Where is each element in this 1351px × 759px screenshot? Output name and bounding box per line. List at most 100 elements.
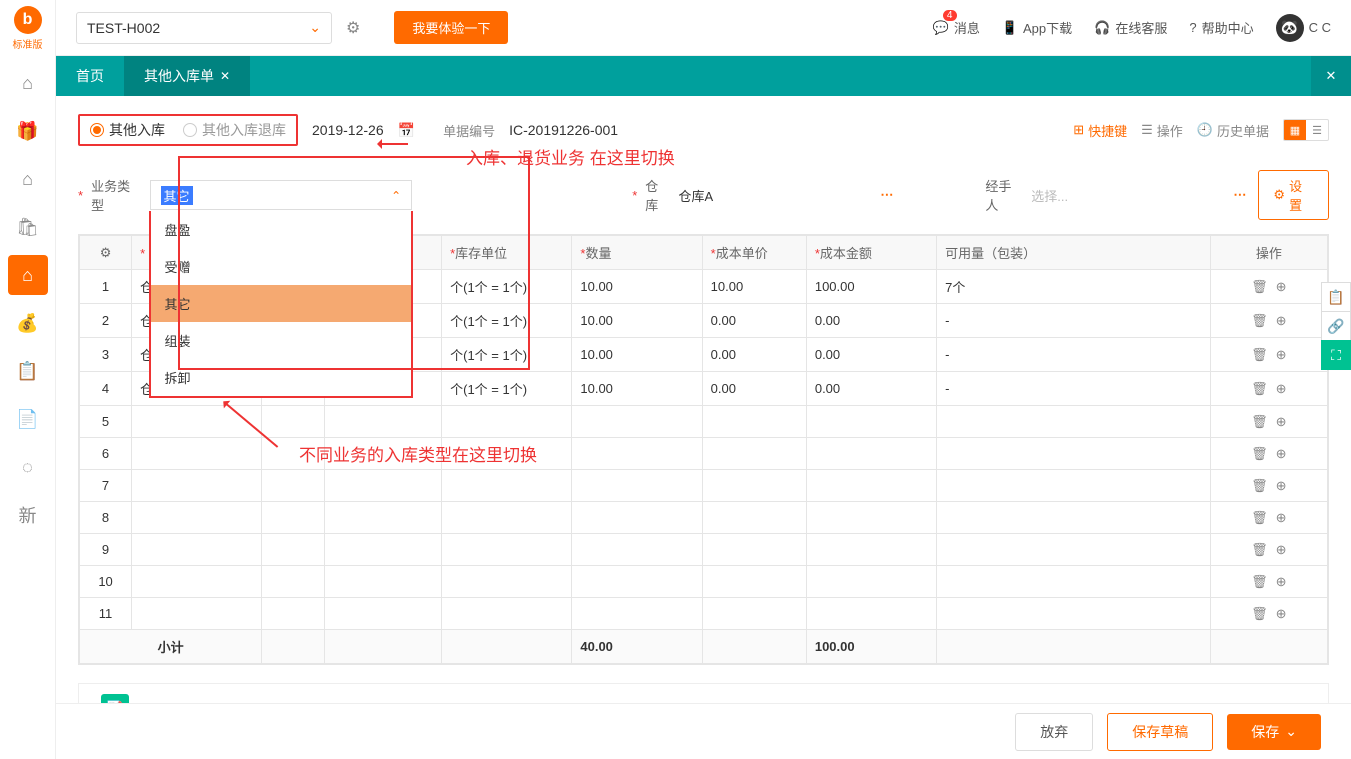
- cell-qty[interactable]: [572, 598, 702, 630]
- cell-unit[interactable]: [442, 598, 572, 630]
- dock-note-button[interactable]: 📋: [1321, 282, 1351, 312]
- cell-qty[interactable]: 10.00: [572, 338, 702, 372]
- delete-row-icon[interactable]: 🗑: [1251, 606, 1268, 622]
- delete-row-icon[interactable]: 🗑: [1251, 478, 1268, 494]
- cell-price[interactable]: [702, 438, 806, 470]
- copy-row-icon[interactable]: ⊕: [1276, 414, 1287, 430]
- dropdown-option[interactable]: 盘盈: [151, 211, 412, 248]
- nav-house[interactable]: ⌂: [8, 159, 48, 199]
- nav-warehouse[interactable]: ⌂: [8, 255, 48, 295]
- cell-qty[interactable]: 10.00: [572, 304, 702, 338]
- dropdown-option[interactable]: 组装: [151, 322, 412, 359]
- cell-price[interactable]: [702, 502, 806, 534]
- nav-new[interactable]: 新: [8, 495, 48, 535]
- col-settings[interactable]: ⚙: [80, 236, 132, 270]
- table-row[interactable]: 7 🗑⊕: [80, 470, 1328, 502]
- cell-price[interactable]: [702, 598, 806, 630]
- copy-row-icon[interactable]: ⊕: [1276, 381, 1287, 397]
- save-button[interactable]: 保存⌄: [1227, 714, 1321, 750]
- cell-warehouse[interactable]: [132, 566, 262, 598]
- cell-qty[interactable]: [572, 566, 702, 598]
- delete-row-icon[interactable]: 🗑: [1251, 542, 1268, 558]
- cell-price[interactable]: 0.00: [702, 304, 806, 338]
- copy-row-icon[interactable]: ⊕: [1276, 510, 1287, 526]
- dropdown-option[interactable]: 受赠: [151, 248, 412, 285]
- settings-icon[interactable]: ⚙: [346, 18, 360, 38]
- cell-qty[interactable]: [572, 438, 702, 470]
- cell-qty[interactable]: 10.00: [572, 372, 702, 406]
- cell-unit[interactable]: [442, 406, 572, 438]
- dropdown-option[interactable]: 拆卸: [151, 359, 412, 396]
- delete-row-icon[interactable]: 🗑: [1251, 414, 1268, 430]
- more-icon[interactable]: ⋯: [880, 187, 895, 203]
- calendar-icon[interactable]: 📅: [398, 122, 415, 139]
- cell-qty[interactable]: [572, 406, 702, 438]
- cell-price[interactable]: 0.00: [702, 338, 806, 372]
- cell-warehouse[interactable]: [132, 438, 262, 470]
- cell-warehouse[interactable]: [132, 598, 262, 630]
- more-icon[interactable]: ⋯: [1233, 187, 1248, 203]
- table-row[interactable]: 11 🗑⊕: [80, 598, 1328, 630]
- copy-row-icon[interactable]: ⊕: [1276, 606, 1287, 622]
- cell-unit[interactable]: 个(1个 = 1个): [442, 304, 572, 338]
- copy-row-icon[interactable]: ⊕: [1276, 478, 1287, 494]
- cell-price[interactable]: [702, 406, 806, 438]
- delete-row-icon[interactable]: 🗑: [1251, 381, 1268, 397]
- service-link[interactable]: 🎧在线客服: [1094, 18, 1167, 37]
- cell-amt[interactable]: [806, 566, 936, 598]
- nav-money[interactable]: 💰: [8, 303, 48, 343]
- cell-unit[interactable]: 个(1个 = 1个): [442, 338, 572, 372]
- help-link[interactable]: ?帮助中心: [1189, 18, 1253, 37]
- table-row[interactable]: 6 🗑⊕: [80, 438, 1328, 470]
- cell-qty[interactable]: [572, 534, 702, 566]
- cell-unit[interactable]: 个(1个 = 1个): [442, 372, 572, 406]
- user-menu[interactable]: 🐼C C: [1276, 14, 1331, 42]
- nav-circle[interactable]: ◌: [8, 447, 48, 487]
- cell-price[interactable]: [702, 470, 806, 502]
- cell-warehouse[interactable]: [132, 534, 262, 566]
- dropdown-option[interactable]: 其它: [151, 285, 412, 322]
- delete-row-icon[interactable]: 🗑: [1251, 510, 1268, 526]
- settings-button[interactable]: ⚙ 设置: [1258, 170, 1329, 220]
- save-draft-button[interactable]: 保存草稿: [1107, 713, 1213, 751]
- nav-gift[interactable]: 🎁: [8, 111, 48, 151]
- nav-bag[interactable]: 🛍: [8, 207, 48, 247]
- table-row[interactable]: 9 🗑⊕: [80, 534, 1328, 566]
- dock-expand-button[interactable]: ⛶: [1321, 340, 1351, 370]
- cell-amt[interactable]: [806, 598, 936, 630]
- delete-row-icon[interactable]: 🗑: [1251, 574, 1268, 590]
- copy-row-icon[interactable]: ⊕: [1276, 313, 1287, 329]
- cell-unit[interactable]: [442, 502, 572, 534]
- biz-type-select[interactable]: 其它 ⌄ 盘盈 受赠 其它 组装 拆卸: [150, 180, 413, 210]
- trial-button[interactable]: 我要体验一下: [394, 11, 508, 44]
- cell-amt[interactable]: 0.00: [806, 372, 936, 406]
- cell-unit[interactable]: [442, 534, 572, 566]
- delete-row-icon[interactable]: 🗑: [1251, 313, 1268, 329]
- delete-row-icon[interactable]: 🗑: [1251, 279, 1268, 295]
- history-link[interactable]: 🕘历史单据: [1197, 121, 1269, 140]
- shortcut-link[interactable]: ⊞快捷键: [1073, 121, 1127, 140]
- cell-qty[interactable]: [572, 502, 702, 534]
- nav-clipboard[interactable]: 📋: [8, 351, 48, 391]
- copy-row-icon[interactable]: ⊕: [1276, 542, 1287, 558]
- cell-price[interactable]: 0.00: [702, 372, 806, 406]
- handler-input[interactable]: 选择...: [1031, 186, 1225, 205]
- cell-amt[interactable]: 0.00: [806, 304, 936, 338]
- close-all-tabs[interactable]: ✕: [1311, 56, 1351, 96]
- copy-row-icon[interactable]: ⊕: [1276, 446, 1287, 462]
- operation-link[interactable]: ☰操作: [1141, 121, 1183, 140]
- cell-price[interactable]: [702, 534, 806, 566]
- close-icon[interactable]: ✕: [220, 69, 230, 83]
- copy-row-icon[interactable]: ⊕: [1276, 347, 1287, 363]
- cell-price[interactable]: 10.00: [702, 270, 806, 304]
- delete-row-icon[interactable]: 🗑: [1251, 347, 1268, 363]
- cell-amt[interactable]: 100.00: [806, 270, 936, 304]
- warehouse-value[interactable]: 仓库A: [679, 186, 873, 205]
- cell-amt[interactable]: [806, 406, 936, 438]
- table-row[interactable]: 5 🗑⊕: [80, 406, 1328, 438]
- cell-amt[interactable]: 0.00: [806, 338, 936, 372]
- view-list-button[interactable]: ☰: [1306, 120, 1328, 140]
- nav-home[interactable]: ⌂: [8, 63, 48, 103]
- cell-price[interactable]: [702, 566, 806, 598]
- cell-unit[interactable]: 个(1个 = 1个): [442, 270, 572, 304]
